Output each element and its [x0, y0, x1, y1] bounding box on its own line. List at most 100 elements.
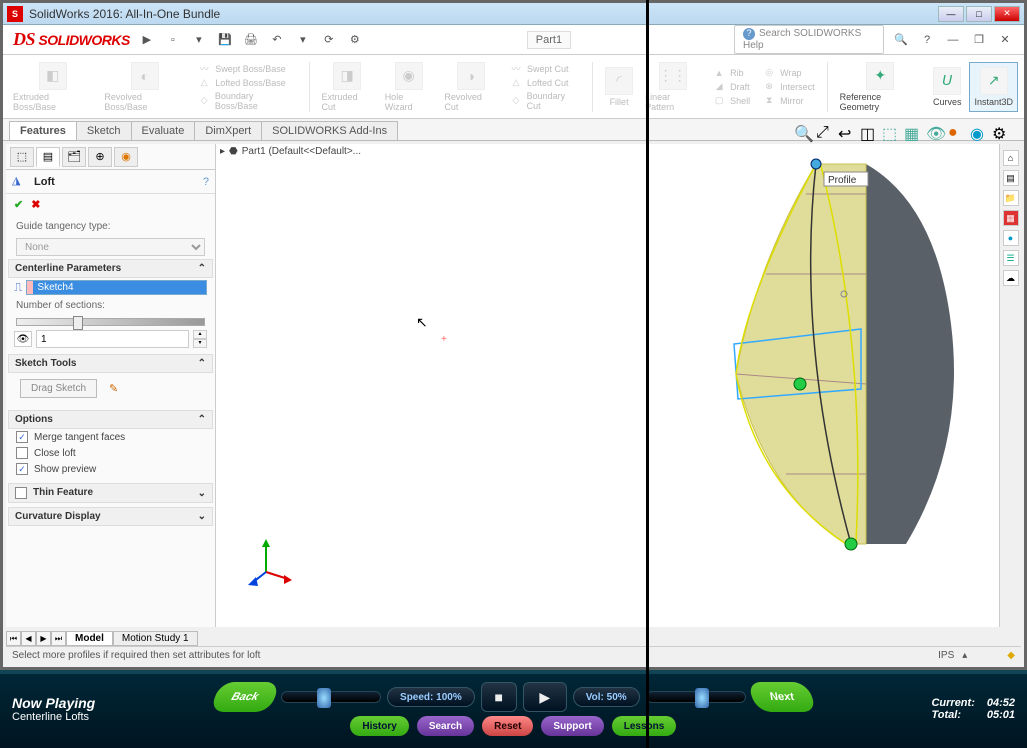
close2-icon[interactable]: ✕ — [996, 31, 1014, 49]
loft-icon: ◮ — [12, 174, 28, 190]
min2-icon[interactable]: — — [944, 31, 962, 49]
thin-feature-header[interactable]: Thin Feature⌄ — [8, 483, 213, 503]
fm-tab-config[interactable]: 🗂 — [62, 147, 86, 167]
next-button[interactable]: Next — [746, 682, 817, 712]
curves-button[interactable]: 𝘜Curves — [929, 65, 966, 109]
drag-sketch-button[interactable]: Drag Sketch — [20, 379, 97, 398]
units-label[interactable]: IPS — [930, 650, 962, 661]
stop-button[interactable]: ■ — [481, 682, 517, 712]
fm-tab-tree[interactable]: ⬚ — [10, 147, 34, 167]
pm-cancel-button[interactable]: ✖ — [31, 198, 40, 211]
status-arrow-icon[interactable]: ▴ — [962, 650, 967, 661]
command-tabs: Features Sketch Evaluate DimXpert SOLIDW… — [3, 119, 1024, 141]
prev-view-icon[interactable]: ↩ — [838, 124, 854, 140]
select-icon[interactable]: ▾ — [294, 31, 312, 49]
graphics-area[interactable]: ▸⬣Part1 (Default<<Default>... ↖ + — [216, 144, 999, 627]
curvature-display-header[interactable]: Curvature Display⌄ — [8, 507, 213, 526]
tab-prev[interactable]: ◀ — [21, 631, 36, 646]
loft-preview: Profile — [466, 144, 1026, 594]
time-info: Current:04:52 Total:05:01 — [931, 697, 1015, 721]
support-button[interactable]: Support — [541, 716, 603, 736]
centerline-header[interactable]: Centerline Parameters⌃ — [8, 259, 213, 278]
tab-sketch[interactable]: Sketch — [76, 121, 132, 140]
sketch-tool-icon[interactable]: ✎ — [109, 382, 118, 395]
fm-tab-pm[interactable]: ▤ — [36, 147, 60, 167]
tab-first[interactable]: ⏮ — [6, 631, 21, 646]
help-icon[interactable]: ? — [918, 31, 936, 49]
zoom-fit-icon[interactable]: 🔍 — [794, 124, 810, 140]
centerline-icon: ⎍ — [14, 280, 22, 295]
section-icon[interactable]: ◫ — [860, 124, 876, 140]
close-button[interactable]: ✕ — [994, 6, 1020, 22]
sections-input[interactable] — [36, 330, 189, 348]
view-settings-icon[interactable]: ⚙ — [992, 124, 1008, 140]
tab-dimxpert[interactable]: DimXpert — [194, 121, 262, 140]
tab-next[interactable]: ▶ — [36, 631, 51, 646]
cursor-icon: ↖ — [416, 314, 428, 331]
minimize-button[interactable]: — — [938, 6, 964, 22]
zoom-area-icon[interactable]: ⤢ — [816, 124, 832, 140]
close-loft-checkbox[interactable] — [16, 447, 28, 459]
print-icon[interactable]: 🖨 — [242, 31, 260, 49]
merge-tangent-checkbox[interactable]: ✓ — [16, 431, 28, 443]
volume-slider[interactable] — [646, 691, 746, 703]
flyout-icon[interactable]: ▶ — [138, 31, 156, 49]
speed-label[interactable]: Speed: 100% — [387, 687, 475, 707]
spin-up[interactable]: ▴ — [193, 330, 207, 339]
display-style-icon[interactable]: ▦ — [904, 124, 920, 140]
search-icon[interactable]: 🔍 — [892, 31, 910, 49]
pm-header: ◮ Loft ? — [6, 170, 215, 194]
back-button[interactable]: Back — [210, 682, 281, 712]
maximize-button[interactable]: □ — [966, 6, 992, 22]
new-icon[interactable]: ▫ — [164, 31, 182, 49]
flyout-tree[interactable]: ▸⬣Part1 (Default<<Default>... — [220, 146, 361, 157]
spin-down[interactable]: ▾ — [193, 339, 207, 348]
collapse-icon[interactable]: ⌃ — [198, 263, 206, 274]
history-button[interactable]: History — [350, 716, 408, 736]
options-icon[interactable]: ⚙ — [346, 31, 364, 49]
tab-model[interactable]: Model — [66, 631, 113, 646]
sketch-tools-header[interactable]: Sketch Tools⌃ — [8, 354, 213, 373]
view-orient-icon[interactable]: ⬚ — [882, 124, 898, 140]
hide-show-icon[interactable]: 👁 — [926, 124, 942, 140]
tab-evaluate[interactable]: Evaluate — [131, 121, 196, 140]
ref-geometry-button[interactable]: ✦Reference Geometry — [836, 60, 925, 114]
search-help-input[interactable]: Search SOLIDWORKS Help — [734, 25, 884, 54]
show-preview-checkbox[interactable]: ✓ — [16, 463, 28, 475]
pm-title: Loft — [34, 176, 197, 188]
options-header[interactable]: Options⌃ — [8, 410, 213, 429]
guide-tangency-select[interactable]: None — [16, 238, 205, 256]
centerline-item[interactable]: Sketch4 — [27, 281, 206, 294]
sections-slider[interactable] — [16, 318, 205, 326]
instant3d-button[interactable]: ↗Instant3D — [969, 62, 1018, 112]
scene-icon[interactable]: ◉ — [970, 124, 986, 140]
undo-icon[interactable]: ↶ — [268, 31, 286, 49]
ribbon: ◧Extruded Boss/Base ◐Revolved Boss/Base … — [3, 55, 1024, 119]
search-button[interactable]: Search — [417, 716, 474, 736]
restore-icon[interactable]: ❐ — [970, 31, 988, 49]
open-icon[interactable]: ▾ — [190, 31, 208, 49]
fm-tab-display[interactable]: ◉ — [114, 147, 138, 167]
pm-ok-button[interactable]: ✔ — [14, 198, 23, 211]
volume-label[interactable]: Vol: 50% — [573, 687, 640, 707]
pm-help-icon[interactable]: ? — [203, 176, 209, 188]
rebuild-icon[interactable]: ⟳ — [320, 31, 338, 49]
reset-button[interactable]: Reset — [482, 716, 533, 736]
preview-eye-icon[interactable]: 👁 — [14, 331, 32, 347]
split-divider — [646, 0, 649, 748]
view-toolbar: 🔍 ⤢ ↩ ◫ ⬚ ▦ 👁 ● ◉ ⚙ — [794, 124, 1018, 140]
tab-motion-study[interactable]: Motion Study 1 — [113, 631, 198, 646]
tab-last[interactable]: ⏭ — [51, 631, 66, 646]
document-name[interactable]: Part1 — [527, 31, 571, 49]
seek-slider[interactable] — [281, 691, 381, 703]
fm-tab-dimxpert[interactable]: ⊕ — [88, 147, 112, 167]
play-button[interactable]: ▶ — [523, 682, 567, 712]
tutorial-player: Now Playing Centerline Lofts Back Speed:… — [0, 670, 1027, 748]
tab-features[interactable]: Features — [9, 121, 77, 140]
status-flag-icon[interactable]: ◆ — [1007, 650, 1015, 661]
save-icon[interactable]: 💾 — [216, 31, 234, 49]
lessons-button[interactable]: Lessons — [612, 716, 677, 736]
appearance-icon[interactable]: ● — [948, 124, 964, 140]
tab-addins[interactable]: SOLIDWORKS Add-Ins — [261, 121, 398, 140]
svg-text:Profile: Profile — [828, 175, 857, 186]
